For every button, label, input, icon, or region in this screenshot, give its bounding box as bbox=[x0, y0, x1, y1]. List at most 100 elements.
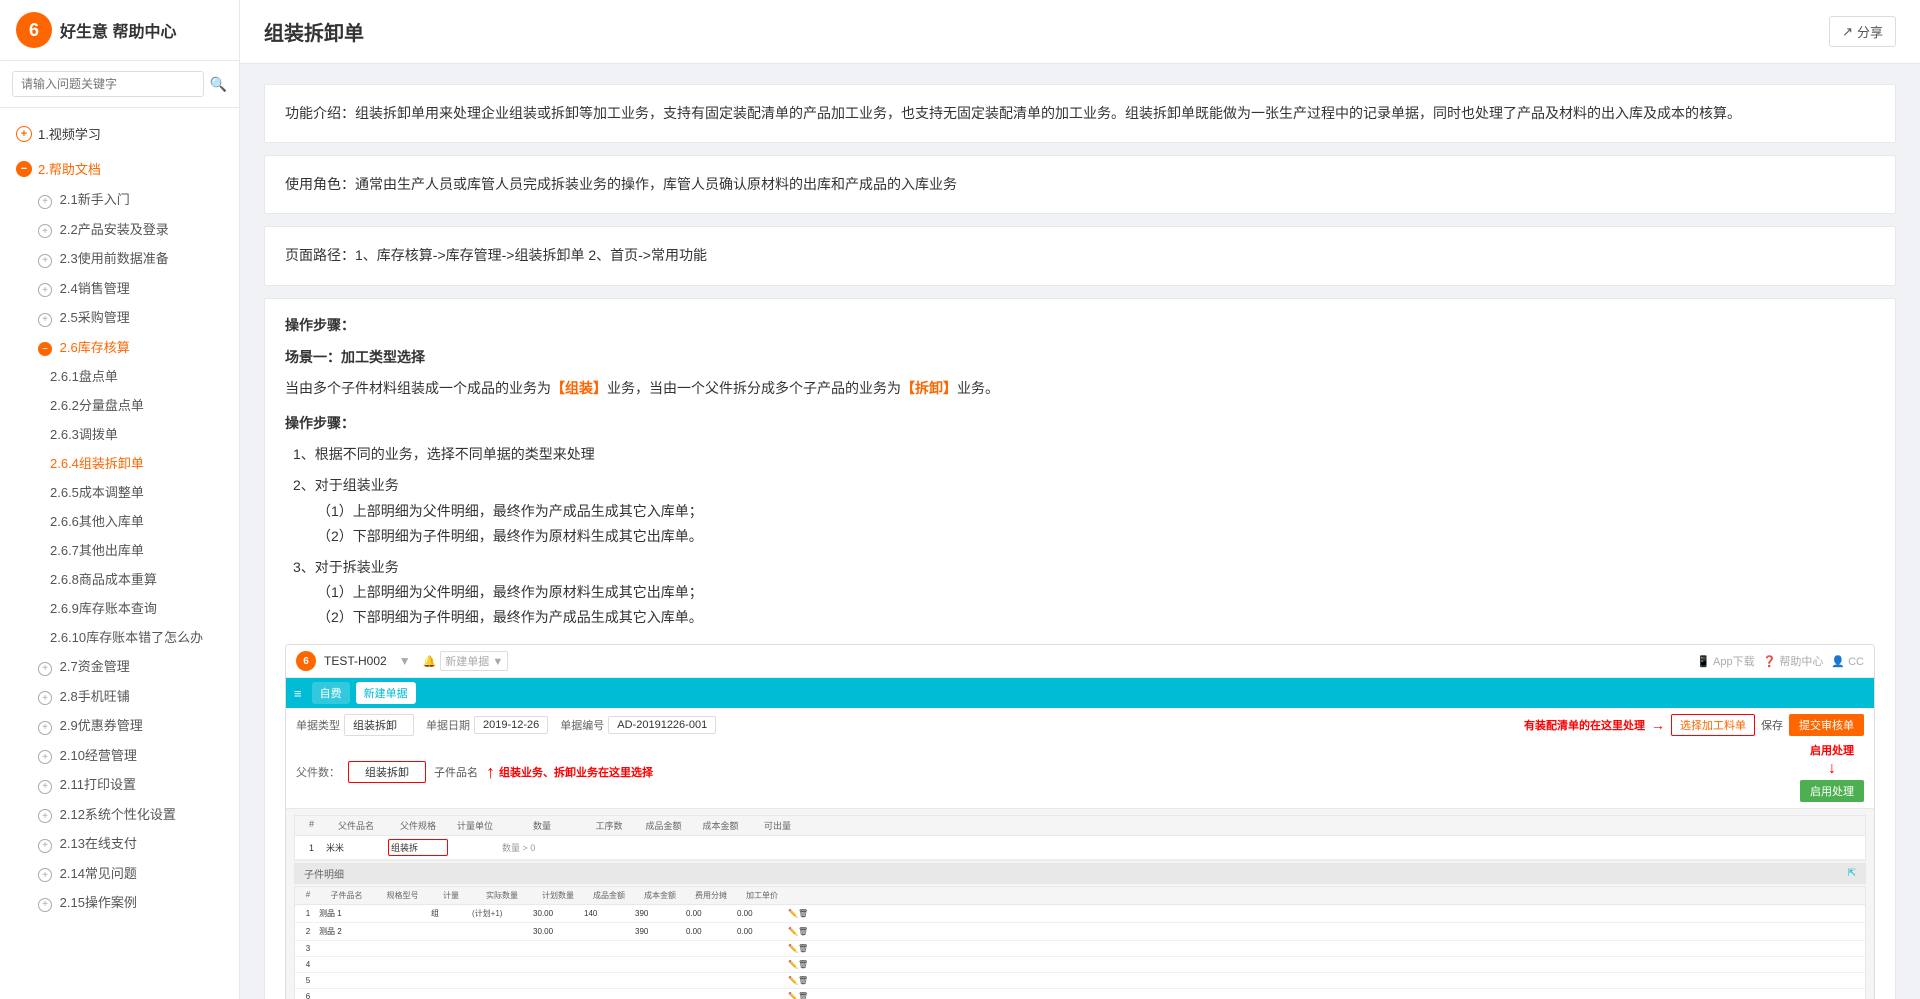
share-icon: ↗ bbox=[1842, 24, 1853, 40]
sidebar-item-cost-adjust[interactable]: 2.6.5成本调整单 bbox=[0, 477, 239, 506]
sidebar-item-cases[interactable]: + 2.15操作案例 bbox=[0, 887, 239, 917]
sidebar-item-label: 1.视频学习 bbox=[38, 124, 101, 143]
arrow1-icon: → bbox=[1651, 717, 1665, 733]
mock-tab-new-doc[interactable]: 新建单据 bbox=[356, 682, 416, 704]
mock-nav-bar: ≡ 自费 新建单据 bbox=[286, 678, 1874, 708]
mock-docno-field: 单据编号 AD-20191226-001 bbox=[560, 716, 716, 734]
search-icon[interactable]: 🔍 bbox=[210, 76, 227, 93]
role-text: 使用角色：通常由生产人员或库管人员完成拆装业务的操作，库管人员确认原材料的出库和… bbox=[285, 176, 957, 192]
page-title: 组装拆卸单 bbox=[264, 17, 364, 46]
mock-submit-btn[interactable]: 提交审核单 bbox=[1789, 714, 1864, 736]
sidebar-item-partial-count[interactable]: 2.6.2分量盘点单 bbox=[0, 390, 239, 419]
mock-date-field: 单据日期 2019-12-26 bbox=[426, 716, 548, 734]
mock-child-row-6: 6 ✏️🗑 bbox=[295, 989, 1865, 999]
mock-new-doc-btn: 新建单据 ▼ bbox=[440, 651, 508, 671]
sidebar-item-other-in[interactable]: 2.6.6其他入库单 bbox=[0, 506, 239, 535]
screenshot-mockup: 6 TEST-H002 ▼ 🔔 新建单据 ▼ 📱 App下载 ❓ 帮助中心 👤 … bbox=[285, 644, 1875, 999]
step2: 2、对于组装业务 （1）上部明细为父件明细，最终作为产成品生成其它入库单； （2… bbox=[285, 473, 1875, 549]
mock-expand-icon[interactable]: ⇱ bbox=[1848, 868, 1856, 879]
sidebar-item-management[interactable]: + 2.10经营管理 bbox=[0, 740, 239, 770]
sidebar-item-newbie[interactable]: + 2.1新手入门 bbox=[0, 184, 239, 214]
sidebar-logo: 6 好生意 帮助中心 bbox=[0, 0, 239, 61]
mock-doc-type-value[interactable]: 组装拆卸 bbox=[344, 714, 414, 736]
sidebar-item-sales[interactable]: + 2.4销售管理 bbox=[0, 273, 239, 303]
sidebar-item-transfer[interactable]: 2.6.3调拨单 bbox=[0, 419, 239, 448]
mock-child-row-4: 4 ✏️🗑 bbox=[295, 957, 1865, 973]
nav-section-2: − 2.帮助文档 + 2.1新手入门 + 2.2产品安装及登录 + 2.3使用前… bbox=[0, 151, 239, 919]
sidebar-item-finance[interactable]: + 2.7资金管理 bbox=[0, 651, 239, 681]
mock-nav-menu-icon: ≡ bbox=[294, 686, 302, 701]
sidebar-item-stock-error[interactable]: 2.6.10库存账本错了怎么办 bbox=[0, 622, 239, 651]
mock-annotation4-area: 启用处理 ↓ 启用处理 bbox=[1800, 742, 1864, 802]
path-text: 页面路径：1、库存核算->库存管理->组装拆卸单 2、首页->常用功能 bbox=[285, 247, 707, 263]
sidebar-item-coupon[interactable]: + 2.9优惠券管理 bbox=[0, 710, 239, 740]
sidebar-item-other-out[interactable]: 2.6.7其他出库单 bbox=[0, 535, 239, 564]
search-input[interactable] bbox=[12, 71, 204, 97]
mock-parent-table-header: # 父件品名 父件规格 计量单位 数量 工序数 成品金额 成本金额 可出量 bbox=[295, 816, 1865, 836]
mock-docno-value[interactable]: AD-20191226-001 bbox=[608, 716, 716, 734]
sidebar-search-bar[interactable]: 🔍 bbox=[0, 61, 239, 108]
sidebar: 6 好生意 帮助中心 🔍 + 1.视频学习 − 2.帮助文档 + 2.1新手入门 bbox=[0, 0, 240, 999]
mock-select-material-btn[interactable]: 选择加工料单 bbox=[1671, 714, 1755, 736]
mock-icons: 🔔 新建单据 ▼ bbox=[423, 651, 509, 671]
mock-annotation3-area: ↑ 组装业务、拆卸业务在这里选择 bbox=[486, 762, 653, 783]
mock-type-selector[interactable]: 组装拆卸 bbox=[348, 761, 426, 783]
operations-section: 操作步骤： 场景一：加工类型选择 当由多个子件材料组装成一个成品的业务为【组装】… bbox=[264, 298, 1896, 999]
mock-child-row-5: 5 ✏️🗑 bbox=[295, 973, 1865, 989]
sidebar-item-assembly[interactable]: 2.6.4组装拆卸单 bbox=[0, 448, 239, 477]
main-header: 组装拆卸单 ↗ 分享 bbox=[240, 0, 1920, 64]
steps-title: 操作步骤： bbox=[285, 315, 1875, 335]
mock-child-table-header: # 子件品名 规格型号 计量 实际数量 计划数量 成品金额 成本金额 费用分摊 … bbox=[295, 887, 1865, 905]
mock-titlebar: 6 TEST-H002 ▼ 🔔 新建单据 ▼ 📱 App下载 ❓ 帮助中心 👤 … bbox=[286, 645, 1874, 678]
sidebar-item-data-prep[interactable]: + 2.3使用前数据准备 bbox=[0, 243, 239, 273]
share-button[interactable]: ↗ 分享 bbox=[1829, 16, 1896, 47]
sidebar-item-cost-recalc[interactable]: 2.6.8商品成本重算 bbox=[0, 564, 239, 593]
sidebar-item-stock-ledger[interactable]: 2.6.9库存账本查询 bbox=[0, 593, 239, 622]
sidebar-item-inventory[interactable]: − 2.6库存核算 bbox=[0, 332, 239, 362]
mock-docno-label: 单据编号 bbox=[560, 717, 604, 733]
sidebar-item-inventory-count[interactable]: 2.6.1盘点单 bbox=[0, 361, 239, 390]
mock-tab-home[interactable]: 自费 bbox=[312, 682, 350, 704]
sidebar-item-faq[interactable]: + 2.14常见问题 bbox=[0, 858, 239, 888]
mock-type-row: 父件数： 组装拆卸 子件品名 ↑ 组装业务、拆卸业务在这里选择 启用处理 ↓ bbox=[296, 742, 1864, 802]
mock-save-btn[interactable]: 保存 bbox=[1761, 717, 1783, 733]
mock-parent-table: # 父件品名 父件规格 计量单位 数量 工序数 成品金额 成本金额 可出量 1 … bbox=[294, 815, 1866, 861]
steps-sub-title: 操作步骤： bbox=[285, 411, 1875, 436]
sidebar-item-print[interactable]: + 2.11打印设置 bbox=[0, 769, 239, 799]
logo-icon: 6 bbox=[16, 12, 52, 48]
mock-child-row-3: 3 ✏️🗑 bbox=[295, 941, 1865, 957]
mock-child-row-1: 1 测品 1 组 (计划+1) 30.00 140 390 0.00 0.00 … bbox=[295, 905, 1865, 923]
sidebar-nav: + 1.视频学习 − 2.帮助文档 + 2.1新手入门 + 2.2产品安装及登录… bbox=[0, 108, 239, 999]
mock-enable-btn[interactable]: 启用处理 bbox=[1800, 780, 1864, 802]
mock-section-separator: 子件明细 ⇱ bbox=[294, 863, 1866, 884]
sidebar-item-online-pay[interactable]: + 2.13在线支付 bbox=[0, 828, 239, 858]
step2-2: （2）下部明细为子件明细，最终作为原材料生成其它出库单。 bbox=[293, 524, 1875, 549]
sidebar-item-settings[interactable]: + 2.12系统个性化设置 bbox=[0, 799, 239, 829]
sidebar-item-help-docs[interactable]: − 2.帮助文档 bbox=[0, 153, 239, 184]
mock-top-right: 📱 App下载 ❓ 帮助中心 👤 CC bbox=[1697, 653, 1864, 669]
sidebar-item-purchase[interactable]: + 2.5采购管理 bbox=[0, 302, 239, 332]
scene1-title: 场景一：加工类型选择 bbox=[285, 345, 1875, 370]
sidebar-item-mobile[interactable]: + 2.8手机旺铺 bbox=[0, 681, 239, 711]
step1: 1、根据不同的业务，选择不同单据的类型来处理 bbox=[285, 442, 1875, 467]
mock-doc-type-label: 单据类型 bbox=[296, 717, 340, 733]
sidebar-item-label: 2.帮助文档 bbox=[38, 159, 101, 178]
mock-child-table-wrapper: # 子件品名 规格型号 计量 实际数量 计划数量 成品金额 成本金额 费用分摊 … bbox=[294, 886, 1866, 999]
mock-user-icon: 👤 CC bbox=[1831, 655, 1864, 668]
sidebar-item-install[interactable]: + 2.2产品安装及登录 bbox=[0, 214, 239, 244]
mock-annotation1-area: 有装配清单的在这里处理 → 选择加工料单 保存 提交审核单 bbox=[1524, 714, 1864, 736]
arrow3-icon: ↑ bbox=[486, 762, 495, 783]
mock-child-row-2: 2 测品 2 30.00 390 0.00 0.00 ✏️🗑 bbox=[295, 923, 1865, 941]
mock-logo: 6 bbox=[296, 651, 316, 671]
mock-child-table: # 子件品名 规格型号 计量 实际数量 计划数量 成品金额 成本金额 费用分摊 … bbox=[294, 886, 1866, 999]
main-content: 组装拆卸单 ↗ 分享 功能介绍：组装拆卸单用来处理企业组装或拆卸等加工业务，支持… bbox=[240, 0, 1920, 999]
path-card: 页面路径：1、库存核算->库存管理->组装拆卸单 2、首页->常用功能 bbox=[264, 226, 1896, 285]
mock-date-value[interactable]: 2019-12-26 bbox=[474, 716, 548, 734]
annotation3-text: 组装业务、拆卸业务在这里选择 bbox=[499, 764, 653, 780]
arrow4-icon: ↓ bbox=[1828, 760, 1836, 778]
step3: 3、对于拆装业务 （1）上部明细为父件明细，最终作为原材料生成其它出库单； （2… bbox=[285, 555, 1875, 631]
mock-items-count: 父件数： bbox=[296, 764, 340, 780]
sidebar-item-video-learning[interactable]: + 1.视频学习 bbox=[0, 118, 239, 149]
mock-assembly-type-cell[interactable]: 组装拆 bbox=[388, 839, 448, 856]
mock-form-header: 单据类型 组装拆卸 单据日期 2019-12-26 单据编号 AD-201912… bbox=[286, 708, 1874, 809]
